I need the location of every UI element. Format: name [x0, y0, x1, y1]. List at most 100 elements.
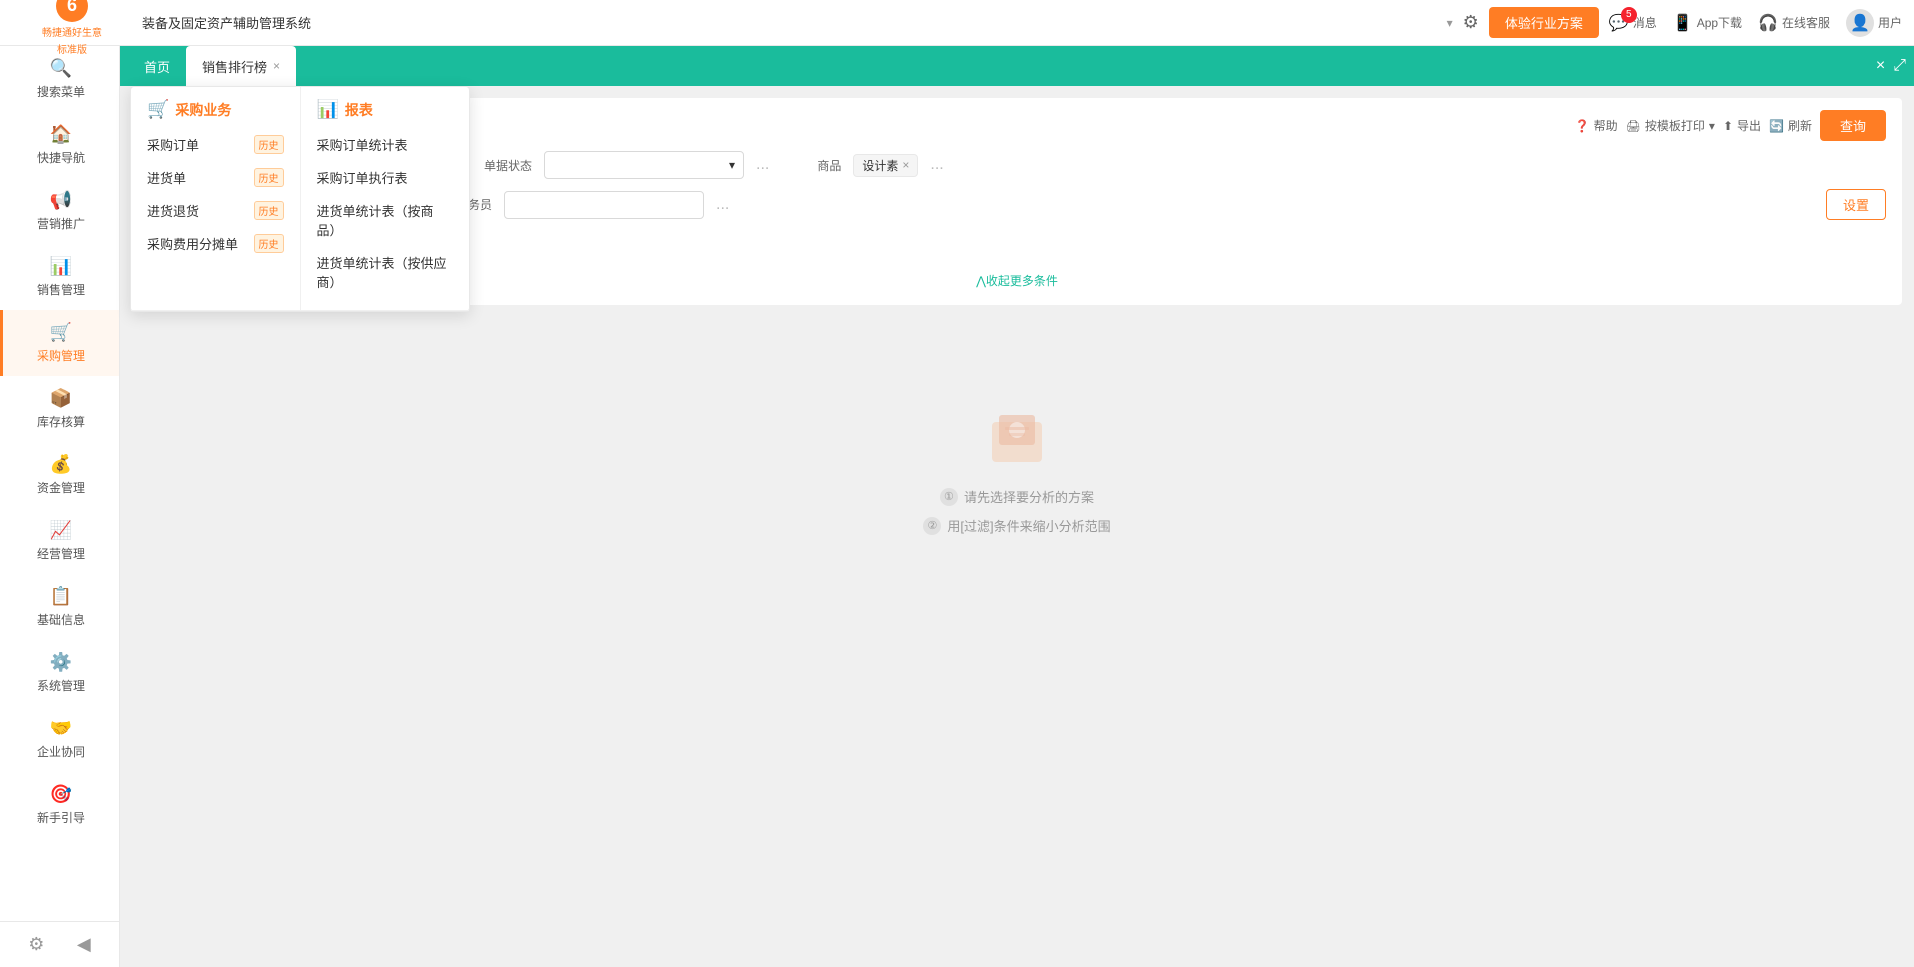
help-action[interactable]: ❓ 帮助 — [1575, 117, 1618, 134]
sidebar-label-finance: 资金管理 — [37, 479, 85, 496]
setting-button[interactable]: 设置 — [1826, 189, 1886, 220]
sidebar-label-basic: 基础信息 — [37, 611, 85, 628]
sidebar-item-sales[interactable]: 📊 销售管理 — [0, 244, 119, 310]
sidebar-item-basic[interactable]: 📋 基础信息 — [0, 574, 119, 640]
top-bar-right: 💬 5 消息 📱 App下载 🎧 在线客服 👤 用户 — [1609, 9, 1902, 37]
sidebar-label-system: 系统管理 — [37, 677, 85, 694]
company-name: 畅捷通好生意 — [42, 24, 102, 39]
refresh-icon: 🔄 — [1769, 119, 1784, 133]
finance-icon: 💰 — [50, 454, 72, 475]
print-action[interactable]: 🖨 按模板打印 ▾ — [1626, 117, 1715, 134]
sidebar-item-purchase[interactable]: 🛒 采购管理 — [0, 310, 119, 376]
sidebar-label-marketing: 营销推广 — [37, 215, 85, 232]
sidebar-item-cooperation[interactable]: 🤝 企业协同 — [0, 706, 119, 772]
receive-goods-item[interactable]: 进货单 历史 — [147, 161, 284, 194]
purchase-expense-label: 采购费用分摊单 — [147, 234, 238, 253]
tab-maximize-icon[interactable]: ⤢ — [1893, 57, 1906, 75]
tab-home[interactable]: 首页 — [128, 46, 186, 86]
purchase-col-icon: 🛒 — [147, 99, 169, 120]
sys-title: 装备及固定资产辅助管理系统 — [142, 13, 1437, 32]
receive-stats-by-supplier-label: 进货单统计表（按供应商） — [317, 253, 454, 291]
salesperson-select[interactable] — [504, 191, 704, 219]
receive-stats-by-goods-item[interactable]: 进货单统计表（按商品） — [317, 194, 454, 246]
sidebar-item-guide[interactable]: 🎯 新手引导 — [0, 772, 119, 838]
doc-status-arrow: ▾ — [729, 158, 735, 172]
purchase-order-stats-item[interactable]: 采购订单统计表 — [317, 128, 454, 161]
purchase-expense-item[interactable]: 采购费用分摊单 历史 — [147, 227, 284, 260]
app-download-label: App下载 — [1697, 14, 1742, 31]
print-dropdown-icon[interactable]: ▾ — [1709, 119, 1715, 133]
basic-icon: 📋 — [50, 586, 72, 607]
goods-tag-close[interactable]: × — [902, 158, 909, 172]
message-btn[interactable]: 💬 5 消息 — [1609, 13, 1657, 33]
app-download-btn[interactable]: 📱 App下载 — [1673, 13, 1742, 33]
collapse-icon: ⋀ — [976, 274, 986, 288]
export-action[interactable]: ⬆ 导出 — [1723, 117, 1761, 134]
tab-close-window-icon[interactable]: × — [1876, 57, 1885, 75]
print-icon: 🖨 — [1626, 119, 1641, 133]
message-badge: 5 — [1621, 7, 1637, 23]
receive-goods-label: 进货单 — [147, 168, 186, 187]
sidebar-item-search[interactable]: 🔍 搜索菜单 — [0, 46, 119, 112]
empty-step-2: ② 用[过滤]条件来缩小分析范围 — [923, 516, 1110, 535]
goods-tag-value: 设计素 — [862, 157, 898, 174]
help-icon: ❓ — [1575, 119, 1590, 133]
purchase-col: 🛒 采购业务 采购订单 历史 进货单 历史 进货退货 历史 采购费用分摊单 — [131, 87, 301, 310]
user-label: 用户 — [1878, 14, 1902, 31]
receive-stats-by-supplier-item[interactable]: 进货单统计表（按供应商） — [317, 246, 454, 298]
return-goods-label: 进货退货 — [147, 201, 199, 220]
sidebar-item-marketing[interactable]: 📢 营销推广 — [0, 178, 119, 244]
logo-area: 6 畅捷通好生意 标准版 — [12, 0, 132, 56]
doc-status-select[interactable]: ▾ — [544, 151, 744, 179]
toolbar-right: ❓ 帮助 🖨 按模板打印 ▾ ⬆ 导出 🔄 — [1575, 110, 1886, 141]
tab-sales-rank-label: 销售排行榜 — [202, 57, 267, 76]
tab-close-icon[interactable]: × — [273, 59, 280, 73]
sidebar-item-system[interactable]: ⚙️ 系统管理 — [0, 640, 119, 706]
logo-icon: 6 — [56, 0, 88, 22]
empty-step-1: ① 请先选择要分析的方案 — [940, 487, 1094, 506]
tab-sales-rank[interactable]: 销售排行榜 × — [186, 46, 296, 86]
sidebar-bottom: ⚙ ◀ — [0, 921, 119, 967]
return-goods-item[interactable]: 进货退货 历史 — [147, 194, 284, 227]
goods-dots[interactable]: ... — [930, 156, 943, 174]
sidebar-item-quicknav[interactable]: 🏠 快捷导航 — [0, 112, 119, 178]
sidebar-settings-icon[interactable]: ⚙ — [28, 934, 44, 955]
sidebar-collapse-icon[interactable]: ◀ — [77, 934, 91, 955]
industry-btn[interactable]: 体验行业方案 — [1489, 7, 1599, 38]
tab-bar-right: × ⤢ — [1876, 57, 1906, 75]
sidebar-item-stock[interactable]: 📦 库存核算 — [0, 376, 119, 442]
purchase-expense-history: 历史 — [254, 234, 284, 253]
headset-icon: 🎧 — [1758, 13, 1778, 33]
edition-label: 标准版 — [57, 41, 87, 56]
online-service-label: 在线客服 — [1782, 14, 1830, 31]
user-btn[interactable]: 👤 用户 — [1846, 9, 1902, 37]
cooperation-icon: 🤝 — [50, 718, 72, 739]
sidebar-label-guide: 新手引导 — [37, 809, 85, 826]
dropdown-menu: 🛒 采购业务 采购订单 历史 进货单 历史 进货退货 历史 采购费用分摊单 — [130, 86, 470, 312]
step1-text: 请先选择要分析的方案 — [964, 487, 1094, 506]
salesperson-dots[interactable]: ... — [716, 196, 729, 214]
purchase-order-history: 历史 — [254, 135, 284, 154]
purchase-order-label: 采购订单 — [147, 135, 199, 154]
purchase-order-exec-item[interactable]: 采购订单执行表 — [317, 161, 454, 194]
refresh-action[interactable]: 🔄 刷新 — [1769, 117, 1812, 134]
home-icon: 🏠 — [50, 124, 72, 145]
sidebar: 🔍 搜索菜单 🏠 快捷导航 📢 营销推广 📊 销售管理 🛒 采购管理 📦 库存核… — [0, 46, 120, 967]
doc-status-label: 单据状态 — [472, 157, 532, 174]
sidebar-item-operation[interactable]: 📈 经营管理 — [0, 508, 119, 574]
sys-dropdown-arrow[interactable]: ▾ — [1447, 16, 1453, 30]
sidebar-label-purchase: 采购管理 — [37, 347, 85, 364]
avatar: 👤 — [1846, 9, 1874, 37]
sidebar-item-finance[interactable]: 💰 资金管理 — [0, 442, 119, 508]
query-button[interactable]: 查询 — [1820, 110, 1886, 141]
sidebar-label-cooperation: 企业协同 — [37, 743, 85, 760]
doc-status-dots[interactable]: ... — [756, 156, 769, 174]
purchase-order-item[interactable]: 采购订单 历史 — [147, 128, 284, 161]
print-label: 按模板打印 — [1645, 117, 1705, 134]
settings-icon[interactable]: ⚙ — [1463, 12, 1479, 33]
export-label: 导出 — [1737, 117, 1761, 134]
step2-text: 用[过滤]条件来缩小分析范围 — [947, 516, 1110, 535]
search-icon: 🔍 — [50, 58, 72, 79]
sidebar-label-sales: 销售管理 — [37, 281, 85, 298]
online-service-btn[interactable]: 🎧 在线客服 — [1758, 13, 1830, 33]
